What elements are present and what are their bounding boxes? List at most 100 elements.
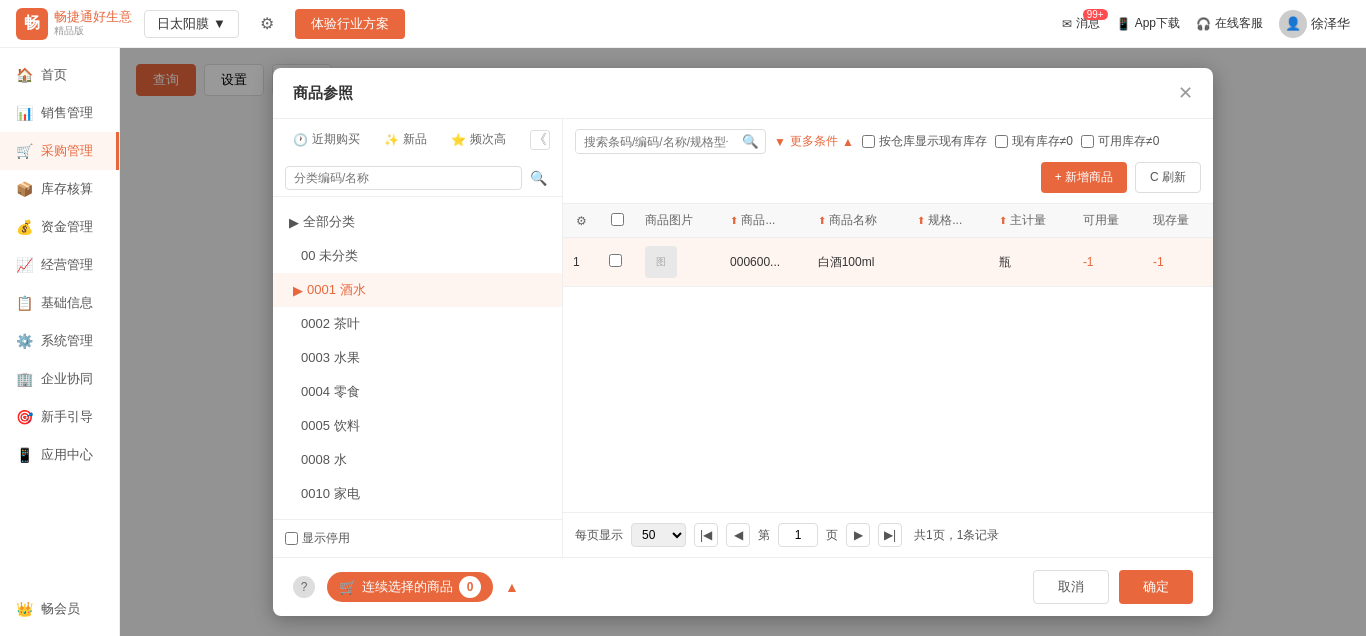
tab-recent-label: 近期购买 (312, 131, 360, 148)
sidebar-label-finance: 资金管理 (41, 218, 93, 236)
row-name: 白酒100ml (808, 238, 907, 287)
store-selector[interactable]: 日太阳膜 ▼ (144, 10, 239, 38)
page-suffix: 页 (826, 527, 838, 544)
collapse-panel-btn[interactable]: 《 (530, 130, 550, 150)
category-0001[interactable]: ▶ 0001 酒水 (273, 273, 562, 307)
sidebar-item-finance[interactable]: 💰 资金管理 (0, 208, 119, 246)
modal-header: 商品参照 ✕ (273, 68, 1213, 119)
category-search-icon[interactable]: 🔍 (526, 166, 550, 190)
table-header-row: ⚙ 商品图片 (563, 204, 1213, 238)
modal-body: 🕐 近期购买 ✨ 新品 ⭐ 频次高 《 (273, 119, 1213, 557)
cancel-button[interactable]: 取消 (1033, 570, 1109, 604)
sidebar-label-business: 经营管理 (41, 256, 93, 274)
category-0004[interactable]: 0004 零食 (273, 375, 562, 409)
sidebar-label-inventory: 库存核算 (41, 180, 93, 198)
avatar: 👤 (1279, 10, 1307, 38)
more-conditions-btn[interactable]: ▼ 更多条件 ▲ (774, 133, 854, 150)
add-product-button[interactable]: + 新增商品 (1041, 162, 1127, 193)
sidebar-item-base[interactable]: 📋 基础信息 (0, 284, 119, 322)
sidebar-item-apps[interactable]: 📱 应用中心 (0, 436, 119, 474)
sort-spec-icon[interactable]: ⬆ (917, 215, 925, 226)
nav-right: ✉ 消息 99+ 📱 App下载 🎧 在线客服 👤 徐泽华 (1062, 10, 1350, 38)
messages-btn[interactable]: ✉ 消息 99+ (1062, 15, 1100, 32)
modal-title: 商品参照 (293, 84, 353, 103)
online-service-btn[interactable]: 🎧 在线客服 (1196, 15, 1263, 32)
sidebar-item-home[interactable]: 🏠 首页 (0, 56, 119, 94)
category-search-input[interactable] (285, 166, 522, 190)
modal-close-button[interactable]: ✕ (1178, 82, 1193, 104)
user-avatar-area[interactable]: 👤 徐泽华 (1279, 10, 1350, 38)
headset-icon: 🎧 (1196, 17, 1211, 31)
row-index: 1 (563, 238, 599, 287)
sidebar-item-guide[interactable]: 🎯 新手引导 (0, 398, 119, 436)
show-disabled-input[interactable] (285, 532, 298, 545)
category-all[interactable]: ▶ 全部分类 (273, 205, 562, 239)
sidebar-item-member[interactable]: 👑 畅会员 (0, 590, 119, 628)
app-download-btn[interactable]: 📱 App下载 (1116, 15, 1180, 32)
sidebar-item-inventory[interactable]: 📦 库存核算 (0, 170, 119, 208)
clock-icon: 🕐 (293, 133, 308, 147)
column-settings-icon[interactable]: ⚙ (576, 214, 587, 228)
tab-frequent[interactable]: ⭐ 频次高 (443, 127, 514, 152)
row-checkbox[interactable] (609, 254, 622, 267)
select-all-checkbox[interactable] (611, 213, 624, 226)
refresh-button[interactable]: C 刷新 (1135, 162, 1201, 193)
col-checkbox (599, 204, 635, 238)
col-available: 可用量 (1073, 204, 1143, 238)
filter-warehouse-checkbox[interactable]: 按仓库显示现有库存 (862, 133, 987, 150)
per-page-select[interactable]: 50 100 200 (631, 523, 686, 547)
sidebar-item-enterprise[interactable]: 🏢 企业协同 (0, 360, 119, 398)
sidebar-label-guide: 新手引导 (41, 408, 93, 426)
category-0002[interactable]: 0002 茶叶 (273, 307, 562, 341)
sidebar-item-system[interactable]: ⚙️ 系统管理 (0, 322, 119, 360)
tab-recent-purchase[interactable]: 🕐 近期购买 (285, 127, 368, 152)
tab-new-product[interactable]: ✨ 新品 (376, 127, 435, 152)
inventory-icon: 📦 (16, 181, 33, 197)
show-disabled-checkbox[interactable]: 显示停用 (285, 530, 350, 547)
right-panel: 🔍 ▼ 更多条件 ▲ 按仓库显示现有库存 (563, 119, 1213, 557)
per-page-label: 每页显示 (575, 527, 623, 544)
category-00[interactable]: 00 未分类 (273, 239, 562, 273)
page-first-btn[interactable]: |◀ (694, 523, 718, 547)
phone-icon: 📱 (1116, 17, 1131, 31)
row-unit: 瓶 (989, 238, 1073, 287)
row-code: 000600... (720, 238, 808, 287)
category-arrow-all: ▶ (289, 215, 299, 230)
page-last-btn[interactable]: ▶| (878, 523, 902, 547)
category-0008[interactable]: 0008 水 (273, 443, 562, 477)
product-search-btn[interactable]: 🔍 (736, 130, 765, 153)
row-spec (907, 238, 989, 287)
product-search-input[interactable] (576, 131, 736, 153)
category-0005[interactable]: 0005 饮料 (273, 409, 562, 443)
sort-code-icon[interactable]: ⬆ (730, 215, 738, 226)
warehouse-check-input[interactable] (862, 135, 875, 148)
page-number-input[interactable] (778, 523, 818, 547)
product-search-box: 🔍 (575, 129, 766, 154)
confirm-button[interactable]: 确定 (1119, 570, 1193, 604)
cart-area[interactable]: 🛒 连续选择的商品 0 (327, 572, 493, 602)
settings-icon[interactable]: ⚙ (251, 8, 283, 40)
trial-button[interactable]: 体验行业方案 (295, 9, 405, 39)
table-row[interactable]: 1 图 000600... 白酒100ml (563, 238, 1213, 287)
sidebar-item-purchase[interactable]: 🛒 采购管理 (0, 132, 119, 170)
filter-available-nonzero-checkbox[interactable]: 可用库存≠0 (1081, 133, 1159, 150)
sidebar-label-member: 畅会员 (41, 600, 80, 618)
row-checkbox-cell (599, 238, 635, 287)
help-icon[interactable]: ? (293, 576, 315, 598)
available-nonzero-check-input[interactable] (1081, 135, 1094, 148)
sidebar-item-business[interactable]: 📈 经营管理 (0, 246, 119, 284)
logo-sub: 精品版 (54, 24, 132, 38)
product-table: ⚙ 商品图片 (563, 204, 1213, 287)
category-0003[interactable]: 0003 水果 (273, 341, 562, 375)
sort-name-icon[interactable]: ⬆ (818, 215, 826, 226)
collapse-up-btn[interactable]: ▲ (505, 579, 519, 595)
category-label-0005: 0005 饮料 (301, 417, 360, 435)
category-0010[interactable]: 0010 家电 (273, 477, 562, 511)
col-stock: 现存量 (1143, 204, 1213, 238)
stock-nonzero-check-input[interactable] (995, 135, 1008, 148)
sort-unit-icon[interactable]: ⬆ (999, 215, 1007, 226)
filter-stock-nonzero-checkbox[interactable]: 现有库存≠0 (995, 133, 1073, 150)
page-next-btn[interactable]: ▶ (846, 523, 870, 547)
page-prev-btn[interactable]: ◀ (726, 523, 750, 547)
sidebar-item-sales[interactable]: 📊 销售管理 (0, 94, 119, 132)
